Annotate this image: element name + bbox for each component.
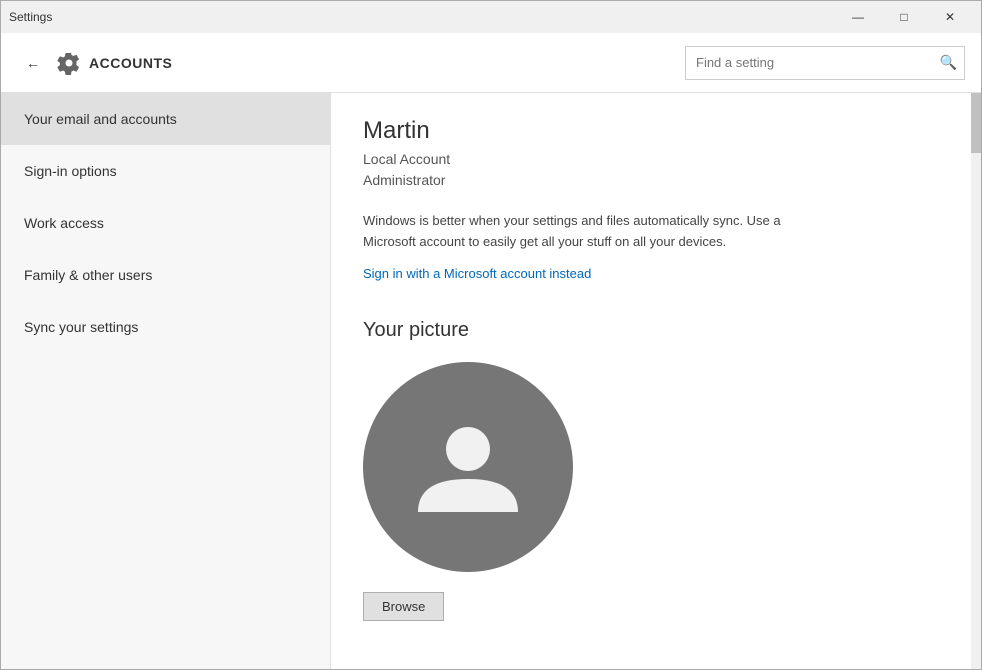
- sidebar-item-label: Sign-in options: [24, 163, 117, 179]
- search-input[interactable]: [686, 49, 932, 76]
- scrollbar-thumb[interactable]: [971, 93, 981, 153]
- sidebar-item-label: Work access: [24, 215, 104, 231]
- browse-label: Browse: [382, 599, 425, 614]
- picture-section-title: Your picture: [363, 319, 949, 342]
- back-icon: ←: [26, 55, 40, 71]
- sidebar-item-sign-in-options[interactable]: Sign-in options: [1, 145, 330, 197]
- avatar-icon: [408, 407, 528, 527]
- header-bar: ← ACCOUNTS 🔍: [1, 33, 981, 93]
- sidebar: Your email and accounts Sign-in options …: [1, 93, 331, 669]
- sidebar-item-label: Sync your settings: [24, 319, 138, 335]
- sign-in-link[interactable]: Sign in with a Microsoft account instead: [363, 266, 591, 281]
- profile-section: Martin Local Account Administrator: [363, 117, 949, 191]
- sidebar-item-work-access[interactable]: Work access: [1, 197, 330, 249]
- sidebar-item-email-accounts[interactable]: Your email and accounts: [1, 93, 330, 145]
- avatar: [363, 362, 573, 572]
- sync-message: Windows is better when your settings and…: [363, 211, 823, 253]
- scrollbar-track[interactable]: [971, 93, 981, 669]
- settings-window: Settings — □ ✕ ← ACCOUNTS 🔍: [0, 0, 982, 670]
- picture-section: Your picture Browse: [363, 319, 949, 621]
- sidebar-item-label: Your email and accounts: [24, 111, 177, 127]
- gear-icon: [57, 51, 81, 75]
- browse-button[interactable]: Browse: [363, 592, 444, 621]
- minimize-button[interactable]: —: [835, 1, 881, 33]
- header-title: ACCOUNTS: [89, 55, 172, 71]
- profile-name: Martin: [363, 117, 949, 145]
- main-content: Your email and accounts Sign-in options …: [1, 93, 981, 669]
- account-role: Administrator: [363, 170, 949, 191]
- title-bar-left: Settings: [9, 10, 52, 24]
- search-icon: 🔍: [939, 54, 956, 71]
- close-button[interactable]: ✕: [927, 1, 973, 33]
- content-panel: Martin Local Account Administrator Windo…: [331, 93, 981, 669]
- sidebar-item-label: Family & other users: [24, 267, 152, 283]
- title-bar-controls: — □ ✕: [835, 1, 973, 33]
- settings-title: Settings: [9, 10, 52, 24]
- back-button[interactable]: ←: [17, 47, 49, 79]
- search-box[interactable]: 🔍: [685, 46, 965, 80]
- sidebar-item-family-users[interactable]: Family & other users: [1, 249, 330, 301]
- search-button[interactable]: 🔍: [932, 47, 964, 79]
- account-type: Local Account: [363, 149, 949, 170]
- title-bar: Settings — □ ✕: [1, 1, 981, 33]
- maximize-button[interactable]: □: [881, 1, 927, 33]
- sidebar-item-sync-settings[interactable]: Sync your settings: [1, 301, 330, 353]
